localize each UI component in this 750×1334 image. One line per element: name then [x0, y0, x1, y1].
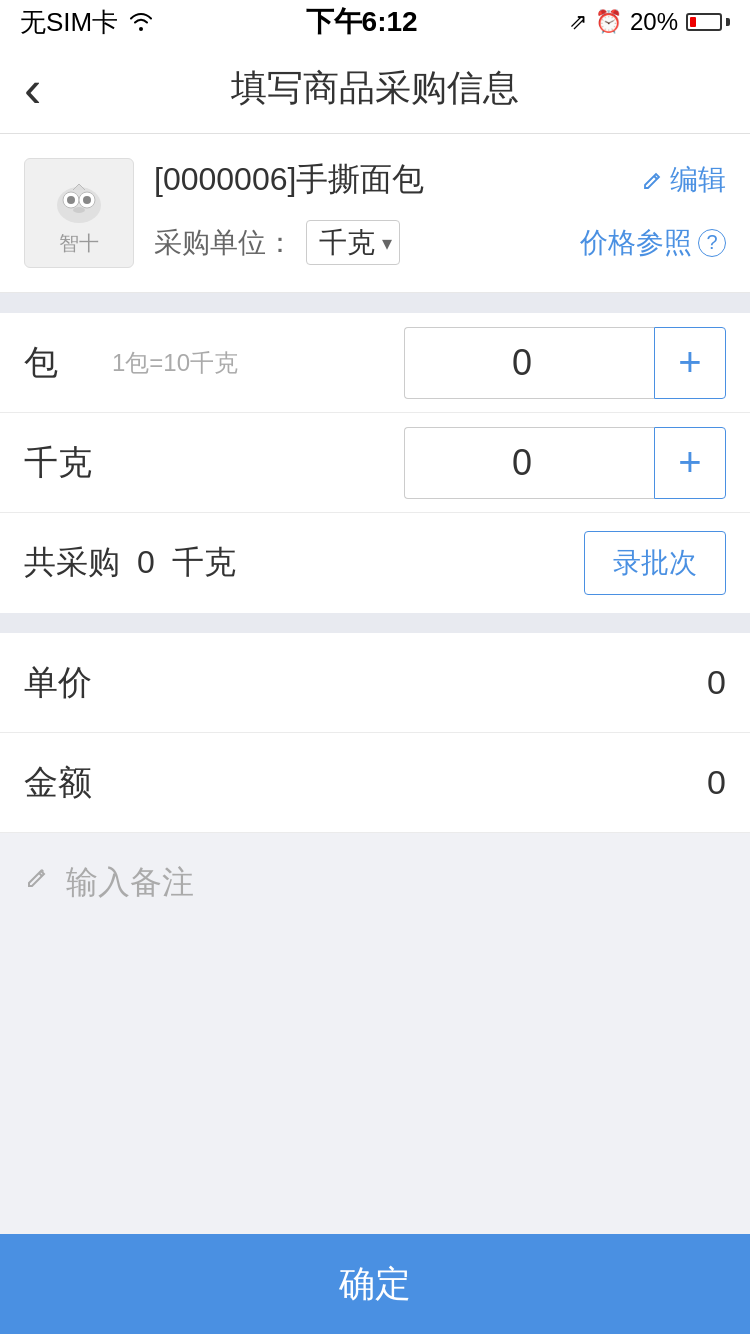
- summary-amount: 0: [137, 544, 155, 580]
- battery-percent: 20%: [630, 8, 678, 36]
- amount-label: 金额: [24, 760, 92, 806]
- product-logo-text: 智十: [59, 230, 99, 257]
- svg-point-3: [67, 196, 75, 204]
- back-button[interactable]: ‹: [24, 59, 41, 119]
- remark-placeholder: 输入备注: [66, 861, 194, 905]
- unit-price-label: 单价: [24, 660, 92, 706]
- section-divider-1: [0, 293, 750, 313]
- bag-input-row: 包 1包=10千克 +: [0, 313, 750, 413]
- svg-point-5: [73, 207, 85, 213]
- summary-text: 共采购 0 千克: [24, 541, 236, 585]
- unit-price-row: 单价 0: [0, 633, 750, 733]
- price-ref-button[interactable]: 价格参照 ?: [580, 224, 726, 262]
- status-time: 下午6:12: [306, 3, 418, 41]
- svg-point-4: [83, 196, 91, 204]
- alarm-icon: ⏰: [595, 9, 622, 35]
- bag-sublabel: 1包=10千克: [112, 347, 238, 379]
- wifi-icon: [128, 7, 154, 38]
- price-ref-label: 价格参照: [580, 224, 692, 262]
- unit-price-value: 0: [707, 663, 726, 702]
- amount-row: 金额 0: [0, 733, 750, 833]
- kg-input-row: 千克 +: [0, 413, 750, 513]
- bag-label: 包: [24, 340, 104, 386]
- info-section: 单价 0 金额 0: [0, 633, 750, 833]
- confirm-button[interactable]: 确定: [339, 1260, 411, 1309]
- bag-plus-button[interactable]: +: [654, 327, 726, 399]
- unit-select[interactable]: 千克: [306, 220, 400, 265]
- unit-label: 采购单位：: [154, 224, 294, 262]
- content-spacer: [0, 953, 750, 1253]
- help-icon: ?: [698, 229, 726, 257]
- svg-point-0: [57, 187, 101, 223]
- kg-input[interactable]: [404, 427, 654, 499]
- product-image: 智十: [24, 158, 134, 268]
- product-card: 智十 [0000006]手撕面包 编辑 采购单位：: [0, 134, 750, 293]
- edit-button[interactable]: 编辑: [642, 161, 726, 199]
- kg-label: 千克: [24, 440, 104, 486]
- page-title: 填写商品采购信息: [231, 64, 519, 113]
- remark-section[interactable]: 输入备注: [0, 833, 750, 953]
- input-section: 包 1包=10千克 + 千克 + 共采购 0: [0, 313, 750, 613]
- edit-label: 编辑: [670, 161, 726, 199]
- batch-button[interactable]: 录批次: [584, 531, 726, 595]
- unit-select-wrapper[interactable]: 千克: [306, 220, 400, 265]
- product-info: [0000006]手撕面包 编辑 采购单位： 千克: [154, 158, 726, 265]
- bag-input[interactable]: [404, 327, 654, 399]
- product-name: [0000006]手撕面包: [154, 158, 424, 202]
- kg-plus-button[interactable]: +: [654, 427, 726, 499]
- bottom-bar: 确定: [0, 1234, 750, 1334]
- amount-value: 0: [707, 763, 726, 802]
- summary-row: 共采购 0 千克 录批次: [0, 513, 750, 613]
- battery-icon: [686, 13, 730, 31]
- carrier-label: 无SIM卡: [20, 5, 118, 40]
- pencil-icon: [24, 861, 54, 898]
- nav-bar: ‹ 填写商品采购信息: [0, 44, 750, 134]
- status-bar: 无SIM卡 下午6:12 ⇗ ⏰ 20%: [0, 0, 750, 44]
- section-divider-2: [0, 613, 750, 633]
- location-icon: ⇗: [569, 9, 587, 35]
